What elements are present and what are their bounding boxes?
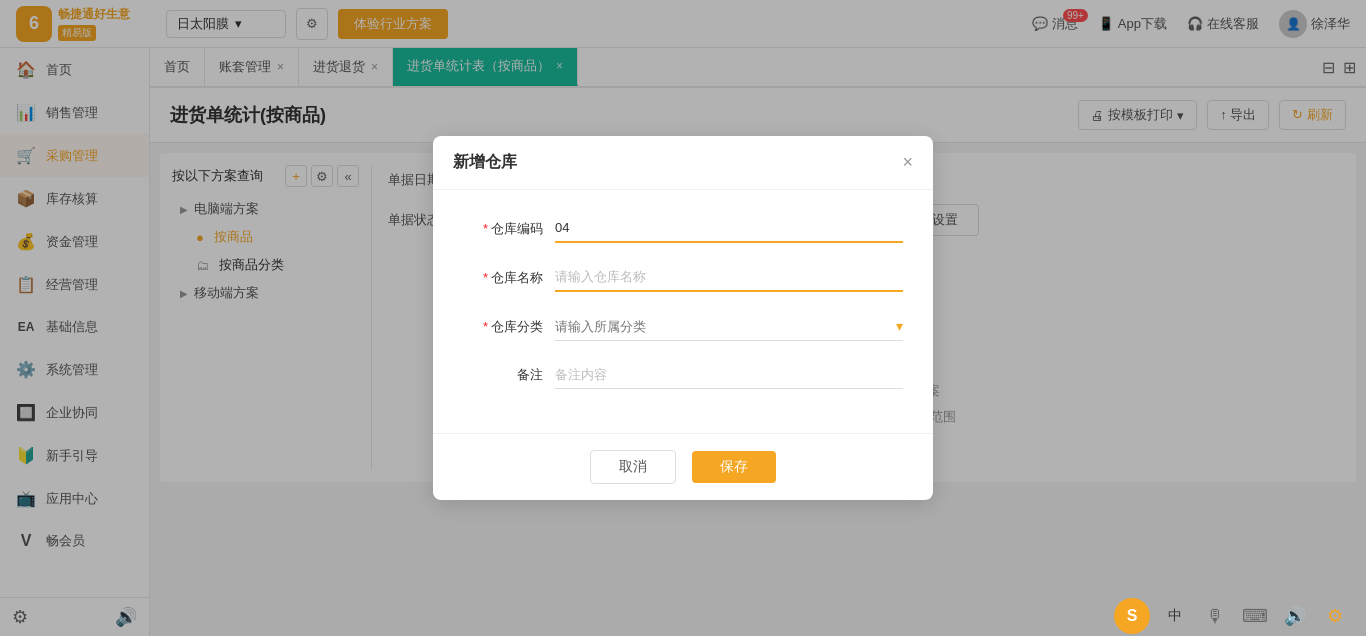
modal-footer: 取消 保存 — [433, 433, 933, 500]
warehouse-category-select-wrap[interactable]: ▾ — [555, 312, 903, 341]
warehouse-code-row: 仓库编码 — [463, 214, 903, 243]
warehouse-code-label: 仓库编码 — [463, 220, 543, 238]
warehouse-name-label: 仓库名称 — [463, 269, 543, 287]
warehouse-remark-label: 备注 — [463, 366, 543, 384]
warehouse-category-row: 仓库分类 ▾ — [463, 312, 903, 341]
save-button[interactable]: 保存 — [692, 451, 776, 483]
warehouse-name-row: 仓库名称 — [463, 263, 903, 292]
warehouse-code-input[interactable] — [555, 214, 903, 243]
warehouse-category-input[interactable] — [555, 319, 896, 334]
microphone-icon[interactable]: 🎙 — [1200, 601, 1230, 631]
warehouse-name-input[interactable] — [555, 263, 903, 292]
bottom-bar: S 中 🎙 ⌨ 🔊 ⚙ — [1098, 596, 1366, 636]
s-logo-icon: S — [1114, 598, 1150, 634]
modal-overlay[interactable]: 新增仓库 × 仓库编码 仓库名称 仓库分类 ▾ — [0, 0, 1366, 636]
keyboard-icon[interactable]: ⌨ — [1240, 601, 1270, 631]
cancel-button[interactable]: 取消 — [590, 450, 676, 484]
warehouse-category-label: 仓库分类 — [463, 318, 543, 336]
category-dropdown-icon: ▾ — [896, 318, 903, 334]
warehouse-remark-row: 备注 — [463, 361, 903, 389]
chinese-icon[interactable]: 中 — [1160, 601, 1190, 631]
modal-title: 新增仓库 — [453, 152, 517, 173]
warehouse-remark-input[interactable] — [555, 361, 903, 389]
modal-header: 新增仓库 × — [433, 136, 933, 190]
add-warehouse-modal: 新增仓库 × 仓库编码 仓库名称 仓库分类 ▾ — [433, 136, 933, 500]
modal-close-button[interactable]: × — [902, 152, 913, 173]
modal-body: 仓库编码 仓库名称 仓库分类 ▾ 备注 — [433, 190, 933, 433]
settings-bottom-icon[interactable]: ⚙ — [1320, 601, 1350, 631]
speaker-icon[interactable]: 🔊 — [1280, 601, 1310, 631]
